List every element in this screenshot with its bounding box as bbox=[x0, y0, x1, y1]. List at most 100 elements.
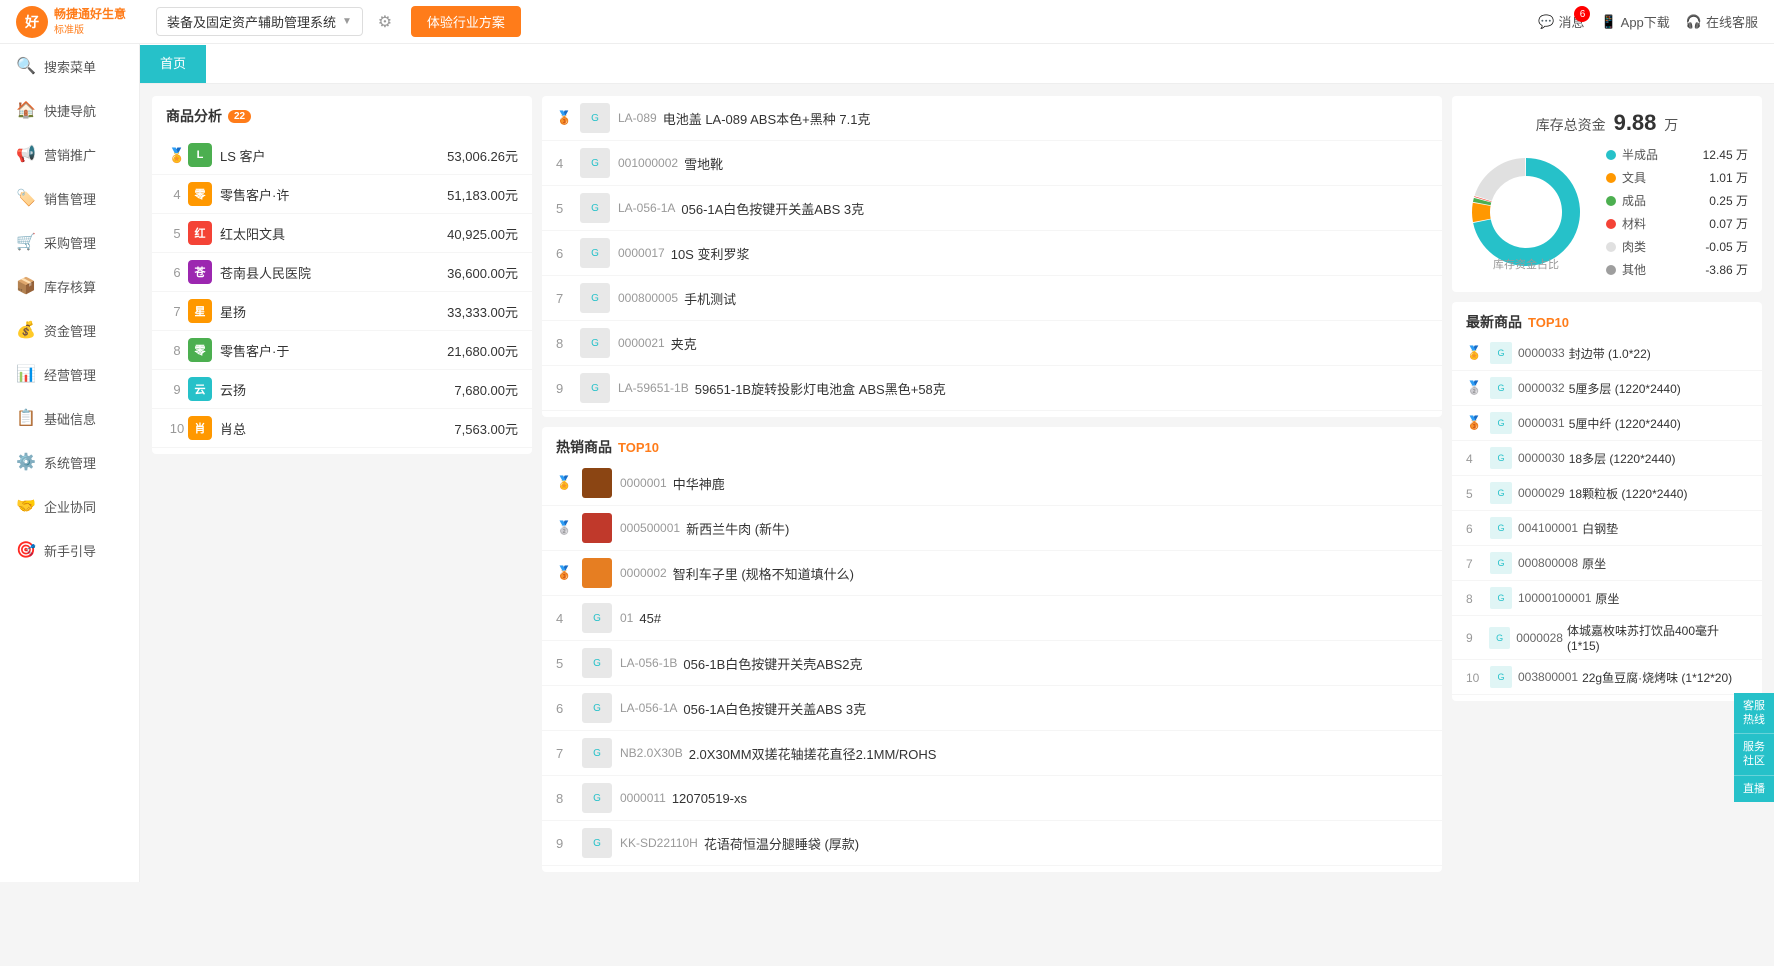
product-img-icon: G bbox=[591, 383, 599, 394]
settings-icon[interactable]: ⚙ bbox=[371, 8, 399, 36]
product-ph-icon: G bbox=[593, 613, 601, 624]
medal-bronze-icon: 🥉 bbox=[1466, 415, 1482, 430]
float-btn-live[interactable]: 直播 bbox=[1734, 776, 1774, 802]
rank-amount: 51,183.00元 bbox=[447, 185, 518, 204]
legend-name: 半成品 bbox=[1622, 146, 1697, 163]
product-code: 000800005 bbox=[618, 291, 678, 305]
product-image-placeholder: G bbox=[582, 783, 612, 813]
product-medal: 6 bbox=[556, 701, 582, 716]
sidebar-item-sales[interactable]: 🏷️ 销售管理 bbox=[0, 176, 139, 220]
new-product-name: 22g鱼豆腐·烧烤味 (1*12*20) bbox=[1582, 669, 1732, 686]
rank-medal: 10 bbox=[166, 421, 188, 436]
new-product-code: 003800001 bbox=[1518, 670, 1578, 684]
inventory-title: 库存总资金 bbox=[1536, 117, 1606, 133]
product-medal: 5 bbox=[556, 201, 580, 216]
message-action[interactable]: 💬 消息 6 bbox=[1538, 12, 1584, 31]
system-selector[interactable]: 装备及固定资产辅助管理系统 ▼ bbox=[156, 7, 363, 36]
top-selling-card: 🥉 G LA-089 电池盖 LA-089 ABS本色+黑种 7.1克 4 G … bbox=[542, 96, 1442, 417]
product-medal: 🥉 bbox=[556, 110, 580, 126]
product-name: 12070519-xs bbox=[672, 791, 1428, 806]
float-btn-community[interactable]: 服务社区 bbox=[1734, 734, 1774, 776]
top-selling-row: 9 G LA-59651-1B 59651-1B旋转投影灯电池盒 ABS黑色+5… bbox=[542, 366, 1442, 411]
sidebar-item-purchase[interactable]: 🛒 采购管理 bbox=[0, 220, 139, 264]
newest-title: 最新商品 bbox=[1466, 312, 1522, 332]
topbar-right: 💬 消息 6 📱 App下载 🎧 在线客服 bbox=[1538, 12, 1758, 31]
product-code: LA-59651-1B bbox=[618, 381, 689, 395]
sidebar-item-search[interactable]: 🔍 搜索菜单 bbox=[0, 44, 139, 88]
sidebar-item-system[interactable]: ⚙️ 系统管理 bbox=[0, 440, 139, 484]
new-medal: 8 bbox=[1466, 591, 1490, 606]
newest-product-row: 8 G 10000100001 原坐 bbox=[1452, 581, 1762, 616]
sidebar: 🔍 搜索菜单 🏠 快捷导航 📢 营销推广 🏷️ 销售管理 🛒 采购管理 📦 库存… bbox=[0, 44, 140, 882]
product-name: 夹克 bbox=[671, 334, 697, 353]
new-product-img: G bbox=[1489, 627, 1510, 649]
sidebar-label-operations: 经营管理 bbox=[44, 365, 96, 384]
trial-button[interactable]: 体验行业方案 bbox=[411, 6, 521, 37]
hot-products-title: 热销商品 bbox=[556, 437, 612, 457]
sidebar-label-finance: 资金管理 bbox=[44, 321, 96, 340]
legend-value: 12.45 万 bbox=[1703, 146, 1748, 163]
medal-bronze-icon: 🥉 bbox=[556, 110, 572, 125]
rank-name: 星扬 bbox=[220, 302, 447, 321]
sidebar-label-search: 搜索菜单 bbox=[44, 57, 96, 76]
newest-product-row: 7 G 000800008 原坐 bbox=[1452, 546, 1762, 581]
top-selling-row: 🥉 G LA-089 电池盖 LA-089 ABS本色+黑种 7.1克 bbox=[542, 96, 1442, 141]
marketing-icon: 📢 bbox=[16, 144, 36, 164]
logo-area: 好 畅捷通好生意 标准版 bbox=[16, 6, 156, 38]
product-img-icon: G bbox=[591, 203, 599, 214]
rank-name: 云扬 bbox=[220, 380, 454, 399]
rank-number: 8 bbox=[173, 343, 180, 358]
rank-avatar: 肖 bbox=[188, 416, 212, 440]
sidebar-item-marketing[interactable]: 📢 营销推广 bbox=[0, 132, 139, 176]
legend: 半成品 12.45 万 文具 1.01 万 成品 0.25 万 材料 0.07 … bbox=[1606, 146, 1748, 278]
rank-num: 7 bbox=[1466, 557, 1486, 571]
service-action[interactable]: 🎧 在线客服 bbox=[1686, 12, 1758, 31]
right-panel: 库存总资金 9.88 万 库存资金占比 半成品 12.45 万 文具 1.01 … bbox=[1452, 96, 1762, 872]
rank-name: 零售客户·于 bbox=[220, 341, 447, 360]
hot-product-row: 4 G 01 45# bbox=[542, 596, 1442, 641]
list-icon: 📋 bbox=[16, 408, 36, 428]
float-btn-service[interactable]: 客服热线 bbox=[1734, 693, 1774, 735]
sidebar-item-quicknav[interactable]: 🏠 快捷导航 bbox=[0, 88, 139, 132]
new-product-code: 0000033 bbox=[1518, 346, 1565, 360]
product-code: 0000017 bbox=[618, 246, 665, 260]
sidebar-item-enterprise[interactable]: 🤝 企业协同 bbox=[0, 484, 139, 528]
legend-color-dot bbox=[1606, 196, 1616, 206]
app-download-action[interactable]: 📱 App下载 bbox=[1600, 12, 1669, 31]
product-code: 001000002 bbox=[618, 156, 678, 170]
top-selling-row: 5 G LA-056-1A 056-1A白色按键开关盖ABS 3克 bbox=[542, 186, 1442, 231]
new-product-img: G bbox=[1490, 482, 1512, 504]
new-medal: 🥉 bbox=[1466, 415, 1490, 431]
sidebar-label-quicknav: 快捷导航 bbox=[44, 101, 96, 120]
legend-color-dot bbox=[1606, 265, 1616, 275]
hot-product-row: 🏅 0000001 中华神鹿 bbox=[542, 461, 1442, 506]
sidebar-item-inventory[interactable]: 📦 库存核算 bbox=[0, 264, 139, 308]
product-code: LA-056-1A bbox=[618, 201, 675, 215]
rank-name: 红太阳文具 bbox=[220, 224, 447, 243]
customer-rank-row: 10 肖 肖总 7,563.00元 bbox=[152, 409, 532, 448]
new-product-img: G bbox=[1490, 342, 1512, 364]
rank-num: 4 bbox=[556, 611, 578, 626]
new-medal: 7 bbox=[1466, 556, 1490, 571]
rank-num: 5 bbox=[1466, 487, 1486, 501]
top-selling-list: 🥉 G LA-089 电池盖 LA-089 ABS本色+黑种 7.1克 4 G … bbox=[542, 96, 1442, 417]
new-product-img: G bbox=[1490, 447, 1512, 469]
rank-amount: 40,925.00元 bbox=[447, 224, 518, 243]
sidebar-item-baseinfo[interactable]: 📋 基础信息 bbox=[0, 396, 139, 440]
chevron-down-icon: ▼ bbox=[342, 16, 352, 27]
new-product-code: 10000100001 bbox=[1518, 591, 1591, 605]
product-name: 056-1A白色按键开关盖ABS 3克 bbox=[683, 699, 1428, 718]
sidebar-label-enterprise: 企业协同 bbox=[44, 497, 96, 516]
sidebar-item-operations[interactable]: 📊 经营管理 bbox=[0, 352, 139, 396]
rank-medal: 5 bbox=[166, 226, 188, 241]
sidebar-label-guide: 新手引导 bbox=[44, 541, 96, 560]
sidebar-item-finance[interactable]: 💰 资金管理 bbox=[0, 308, 139, 352]
tab-home[interactable]: 首页 bbox=[140, 45, 206, 83]
inventory-total: 库存总资金 9.88 万 bbox=[1466, 110, 1748, 136]
rank-number: 9 bbox=[173, 382, 180, 397]
chart-icon: 📊 bbox=[16, 364, 36, 384]
new-product-img: G bbox=[1490, 412, 1512, 434]
sidebar-item-guide[interactable]: 🎯 新手引导 bbox=[0, 528, 139, 572]
hot-products-list: 🏅 0000001 中华神鹿 🥈 000500001 新西兰牛肉 (新牛) 🥉 … bbox=[542, 461, 1442, 872]
hot-product-row: 🥉 0000002 智利车子里 (规格不知道填什么) bbox=[542, 551, 1442, 596]
